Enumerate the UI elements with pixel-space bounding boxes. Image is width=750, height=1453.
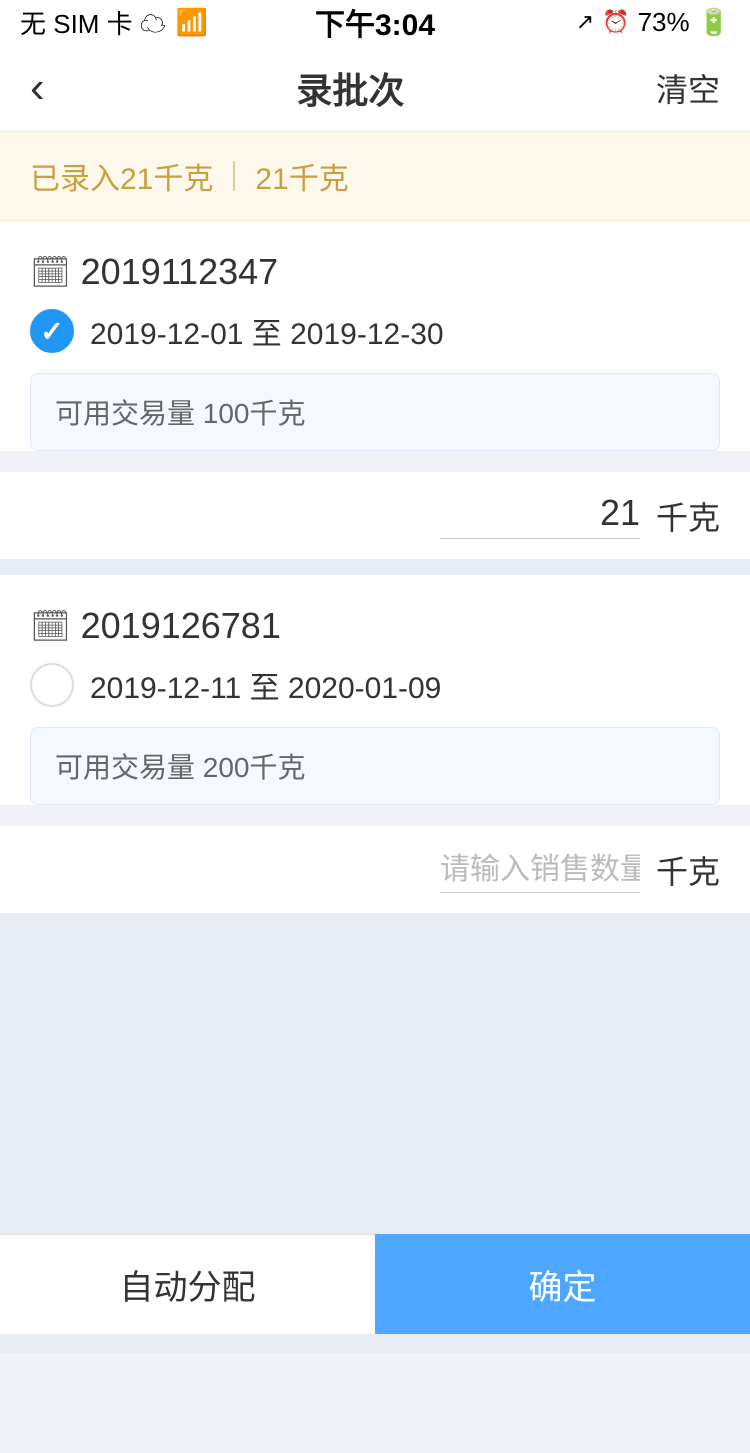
batch-2-unit: 千克	[656, 847, 720, 893]
batch-2-available-qty: 可用交易量 200千克	[30, 727, 720, 805]
batch-2-date: 2019-12-11 至 2020-01-09	[90, 663, 441, 707]
batch-2-amount-input[interactable]	[440, 846, 640, 888]
battery-percent: 73%	[638, 7, 690, 38]
batch-1-unit: 千克	[656, 493, 720, 539]
auto-distribute-button[interactable]: 自动分配	[0, 1234, 375, 1334]
summary-label: 已录入21千克	[30, 154, 213, 198]
location-icon: ↗	[576, 9, 594, 35]
wifi-icon: 📶	[176, 7, 208, 38]
batch-2-input-container	[440, 846, 640, 893]
batch-1-date: 2019-12-01 至 2019-12-30	[90, 309, 444, 353]
batch-2-underline	[440, 892, 640, 893]
status-right: ↗ ⏰ 73% 🔋	[576, 7, 730, 38]
batch-2-id: 2019126781	[81, 605, 281, 647]
batch-2-qty-text: 可用交易量 200千克	[55, 752, 306, 783]
batch-1-id: 2019112347	[81, 251, 279, 293]
batch-1-underline	[440, 538, 640, 539]
batch-2-amount-row: 千克	[0, 825, 750, 913]
page-title: 录批次	[296, 62, 404, 114]
clear-button[interactable]: 清空	[656, 65, 720, 111]
batch-2-date-row: 2019-12-11 至 2020-01-09	[30, 663, 720, 707]
batch-1-amount-input[interactable]	[440, 492, 640, 534]
batch-1-input-container	[440, 492, 640, 539]
batch-2-header: 🗓 2019126781	[30, 605, 720, 647]
batch-1-amount-row: 千克	[0, 471, 750, 559]
summary-banner: 已录入21千克 21千克	[0, 132, 750, 221]
batch-1-header: 🗓 2019112347	[30, 251, 720, 293]
batch-1-radio[interactable]	[30, 309, 74, 353]
section-separator	[0, 559, 750, 575]
status-left: 无 SIM 卡 ☁ 📶	[20, 4, 208, 41]
bottom-buttons: 自动分配 确定	[0, 1234, 750, 1334]
nav-bar: ‹ 录批次 清空	[0, 44, 750, 132]
battery-icon: 🔋	[698, 7, 730, 38]
summary-value: 21千克	[255, 154, 348, 198]
batch-item-1: 🗓 2019112347 2019-12-01 至 2019-12-30 可用交…	[0, 221, 750, 451]
batch-item-2: 🗓 2019126781 2019-12-11 至 2020-01-09 可用交…	[0, 575, 750, 805]
batch-1-icon: 🗓	[30, 253, 71, 291]
batch-2-radio[interactable]	[30, 663, 74, 707]
status-time: 下午3:04	[315, 0, 435, 44]
batch-1-available-qty: 可用交易量 100千克	[30, 373, 720, 451]
batch-2-icon: 🗓	[30, 607, 71, 645]
status-bar: 无 SIM 卡 ☁ 📶 下午3:04 ↗ ⏰ 73% 🔋	[0, 0, 750, 44]
batch-1-date-row: 2019-12-01 至 2019-12-30	[30, 309, 720, 353]
no-sim-label: 无 SIM 卡 ☁	[20, 4, 166, 41]
confirm-button[interactable]: 确定	[375, 1234, 750, 1334]
back-button[interactable]: ‹	[30, 66, 45, 110]
summary-divider	[233, 161, 235, 191]
batch-1-qty-text: 可用交易量 100千克	[55, 398, 306, 429]
alarm-icon: ⏰	[602, 9, 629, 35]
